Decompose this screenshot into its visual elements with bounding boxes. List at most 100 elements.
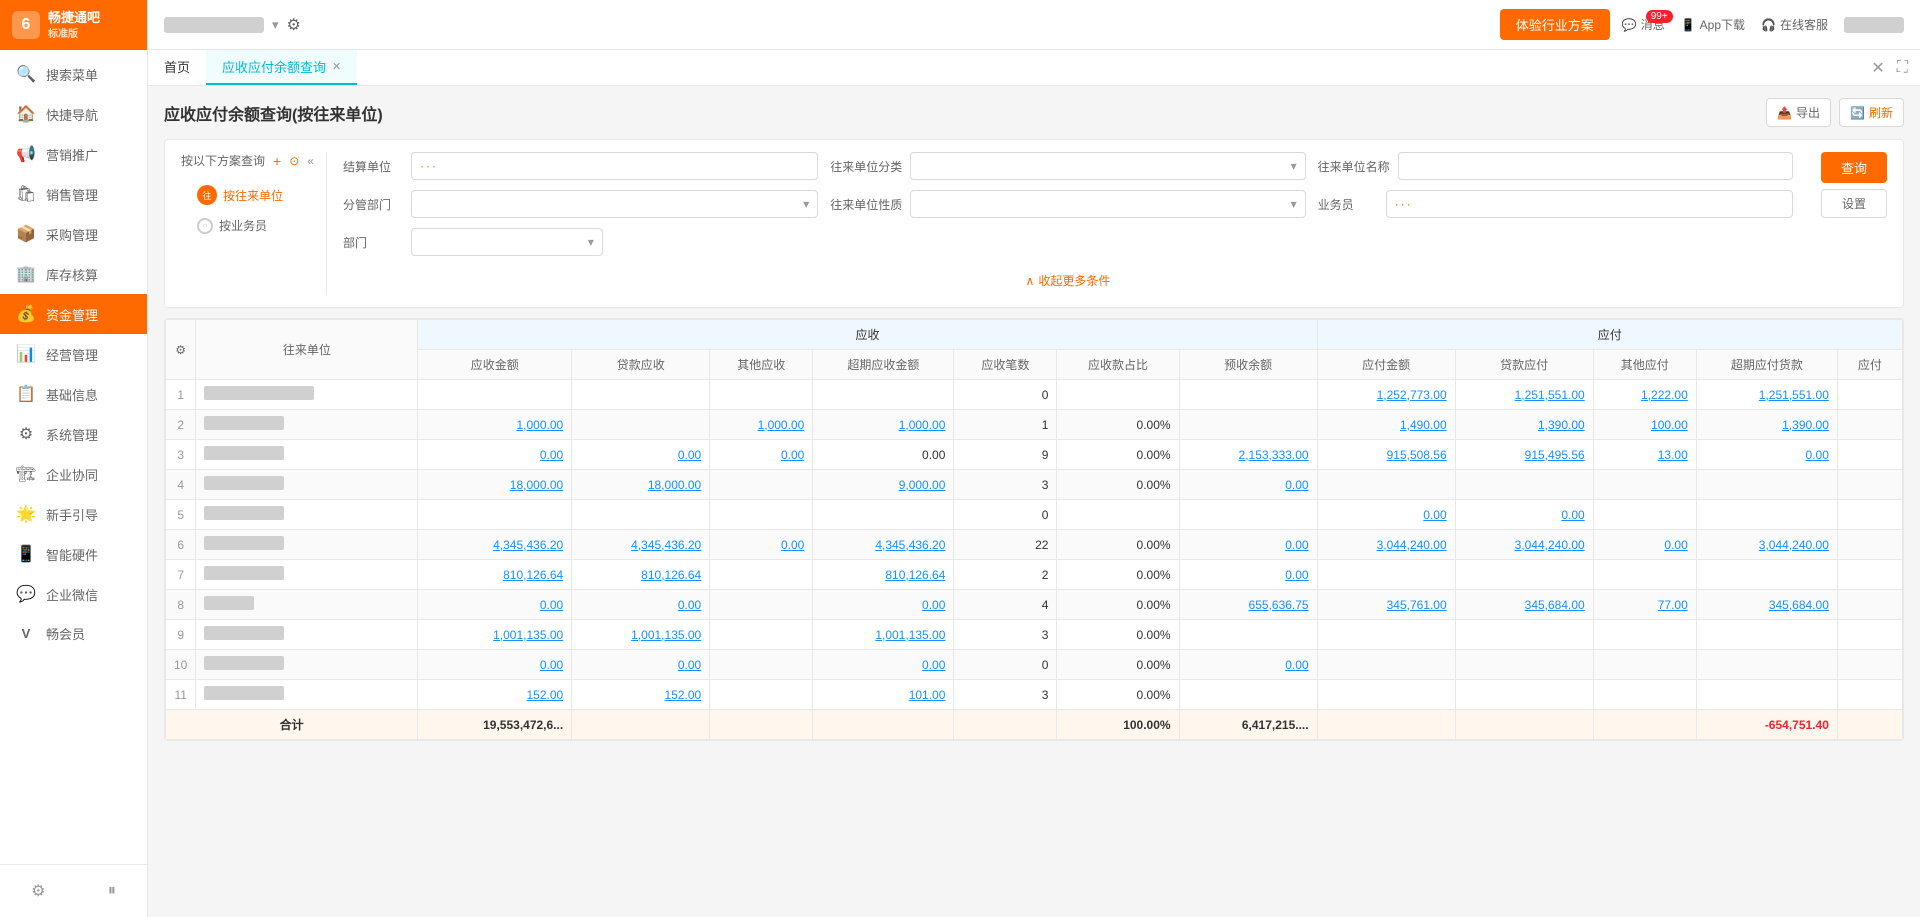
- dept-field: 部门 ▾: [343, 228, 603, 256]
- add-scheme-btn[interactable]: +: [273, 153, 281, 169]
- sidebar-item-hardware[interactable]: 📱 智能硬件: [0, 534, 147, 574]
- sidebar-item-label: 基础信息: [46, 385, 98, 404]
- tabbar: 首页 应收应付余额查询 ✕ ✕ ⛶: [148, 50, 1920, 86]
- settlement-unit-field: 结算单位 ···: [343, 152, 818, 180]
- sidebar-item-basic[interactable]: 📋 基础信息: [0, 374, 147, 414]
- sidebar-item-label: 快捷导航: [46, 105, 98, 124]
- th-ap-group: 应付: [1317, 320, 1902, 350]
- export-button[interactable]: 📤 导出: [1766, 98, 1831, 127]
- tab-close-icon[interactable]: ✕: [332, 60, 341, 73]
- th-ar-overdue: 超期应收金额: [813, 350, 954, 380]
- ap-overdue-link[interactable]: 1,251,551.00: [1696, 380, 1837, 410]
- guide-icon: 🌟: [16, 504, 36, 524]
- sidebar-item-label: 营销推广: [46, 145, 98, 164]
- breadcrumb-chevron-icon[interactable]: ▾: [272, 17, 279, 33]
- collapse-arrow-icon: ∧: [1026, 274, 1035, 288]
- settlement-unit-input[interactable]: ···: [411, 152, 818, 180]
- hardware-icon: 📱: [16, 544, 36, 564]
- online-service-action[interactable]: 🎧 在线客服: [1761, 16, 1828, 33]
- sidebar-item-label: 企业微信: [46, 585, 98, 604]
- sidebar-item-nav[interactable]: 🏠 快捷导航: [0, 94, 147, 134]
- service-icon: 🎧: [1761, 18, 1776, 32]
- refresh-label: 刷新: [1869, 104, 1893, 121]
- query-button[interactable]: 查询: [1821, 152, 1887, 183]
- sidebar-item-purchase[interactable]: 📦 采购管理: [0, 214, 147, 254]
- ap-other-link[interactable]: 1,222.00: [1593, 380, 1696, 410]
- sidebar-item-search[interactable]: 🔍 搜索菜单: [0, 54, 147, 94]
- tab-home[interactable]: 首页: [148, 50, 206, 85]
- search-scheme-label: 按以下方案查询: [181, 152, 265, 169]
- sidebar-item-label: 企业协同: [46, 465, 98, 484]
- sidebar-item-label: 采购管理: [46, 225, 98, 244]
- sidebar-item-wechat[interactable]: 💬 企业微信: [0, 574, 147, 614]
- partner-category-input[interactable]: ▾: [910, 152, 1305, 180]
- user-avatar: [1844, 17, 1904, 33]
- sidebar-item-label: 搜索菜单: [46, 65, 98, 84]
- sidebar-item-system[interactable]: ⚙ 系统管理: [0, 414, 147, 454]
- search-option-by-partner[interactable]: 往 按往来单位: [189, 181, 314, 209]
- total-prepay: 6,417,215....: [1179, 710, 1317, 740]
- marketing-icon: 📢: [16, 144, 36, 164]
- tab-close-all-btn[interactable]: ✕: [1867, 54, 1888, 82]
- refresh-button[interactable]: 🔄 刷新: [1839, 98, 1904, 127]
- home-icon: 🏠: [16, 104, 36, 124]
- partner-nature-input[interactable]: ▾: [910, 190, 1305, 218]
- settings-scheme-btn[interactable]: ⊙: [289, 154, 299, 168]
- search-row-2: 分管部门 ▾ 往来单位性质 ▾: [343, 190, 1793, 218]
- collapse-more-conditions[interactable]: ∧ 收起更多条件: [343, 266, 1793, 295]
- ap-amount-link[interactable]: 1,252,773.00: [1317, 380, 1455, 410]
- table-row: 6 4,345,436.20 4,345,436.20 0.00 4,345,4…: [166, 530, 1903, 560]
- sidebar-item-vip[interactable]: V 畅会员: [0, 614, 147, 653]
- sidebar-item-sales[interactable]: 🛍 销售管理: [0, 174, 147, 214]
- sidebar-item-inventory[interactable]: 🏢 库存核算: [0, 254, 147, 294]
- user-profile[interactable]: [1844, 17, 1904, 33]
- th-ar-loan: 贷款应收: [572, 350, 710, 380]
- sidebar-item-collab[interactable]: 🏗 企业协同: [0, 454, 147, 494]
- settings-bottom-btn[interactable]: ⚙: [19, 873, 57, 909]
- tab-arquery[interactable]: 应收应付余额查询 ✕: [206, 50, 357, 85]
- basic-icon: 📋: [16, 384, 36, 404]
- total-label: 合计: [166, 710, 418, 740]
- system-icon: ⚙: [16, 424, 36, 444]
- sidebar-item-funds[interactable]: 💰 资金管理: [0, 294, 147, 334]
- salesman-input[interactable]: ···: [1386, 190, 1793, 218]
- sidebar-item-label: 智能硬件: [46, 545, 98, 564]
- sidebar-item-label: 经营管理: [46, 345, 98, 364]
- search-option-by-salesman[interactable]: ○ 按业务员: [189, 213, 314, 238]
- dept-mgr-label: 分管部门: [343, 196, 403, 213]
- collapse-sidebar-btn[interactable]: ⏸: [96, 874, 128, 908]
- search-row-1: 结算单位 ··· 往来单位分类 ▾: [343, 152, 1793, 180]
- logo-text: 畅捷通吧: [48, 10, 100, 26]
- vip-icon: V: [16, 626, 36, 641]
- dept-input[interactable]: ▾: [411, 228, 603, 256]
- dept-mgr-field: 分管部门 ▾: [343, 190, 818, 218]
- refresh-icon: 🔄: [1850, 106, 1865, 120]
- search-panel-header: 按以下方案查询 + ⊙ «: [181, 152, 314, 169]
- app-download-action[interactable]: 📱 App下载: [1681, 16, 1745, 33]
- th-prepay: 预收余额: [1179, 350, 1317, 380]
- table-total-row: 合计 19,553,472,6... 100.00% 6,417,215....: [166, 710, 1903, 740]
- sidebar-item-label: 资金管理: [46, 305, 98, 324]
- ap-loan-link[interactable]: 1,251,551.00: [1455, 380, 1593, 410]
- messages-action[interactable]: 💬 消息 99+: [1622, 16, 1665, 33]
- chevron-down-icon: ▾: [1291, 159, 1297, 173]
- partner-nature-field: 往来单位性质 ▾: [830, 190, 1305, 218]
- breadcrumb: ▾ ⚙: [164, 15, 1488, 35]
- dept-mgr-input[interactable]: ▾: [411, 190, 818, 218]
- sidebar-item-label: 库存核算: [46, 265, 98, 284]
- search-options: 往 按往来单位 ○ 按业务员: [181, 181, 314, 238]
- partner-name-input[interactable]: [1398, 152, 1793, 180]
- table-settings-icon[interactable]: ⚙: [175, 343, 186, 357]
- page-actions: 📤 导出 🔄 刷新: [1766, 98, 1904, 127]
- collapse-scheme-btn[interactable]: «: [307, 154, 314, 168]
- solution-button[interactable]: 体验行业方案: [1500, 9, 1610, 40]
- sidebar-item-operations[interactable]: 📊 经营管理: [0, 334, 147, 374]
- collapse-label: 收起更多条件: [1038, 272, 1110, 289]
- gear-icon[interactable]: ⚙: [287, 15, 301, 35]
- setting-button[interactable]: 设置: [1821, 189, 1887, 218]
- tab-fullscreen-btn[interactable]: ⛶: [1893, 55, 1912, 81]
- sidebar-item-marketing[interactable]: 📢 营销推广: [0, 134, 147, 174]
- by-salesman-label: 按业务员: [219, 217, 267, 234]
- purchase-icon: 📦: [16, 224, 36, 244]
- sidebar-item-guide[interactable]: 🌟 新手引导: [0, 494, 147, 534]
